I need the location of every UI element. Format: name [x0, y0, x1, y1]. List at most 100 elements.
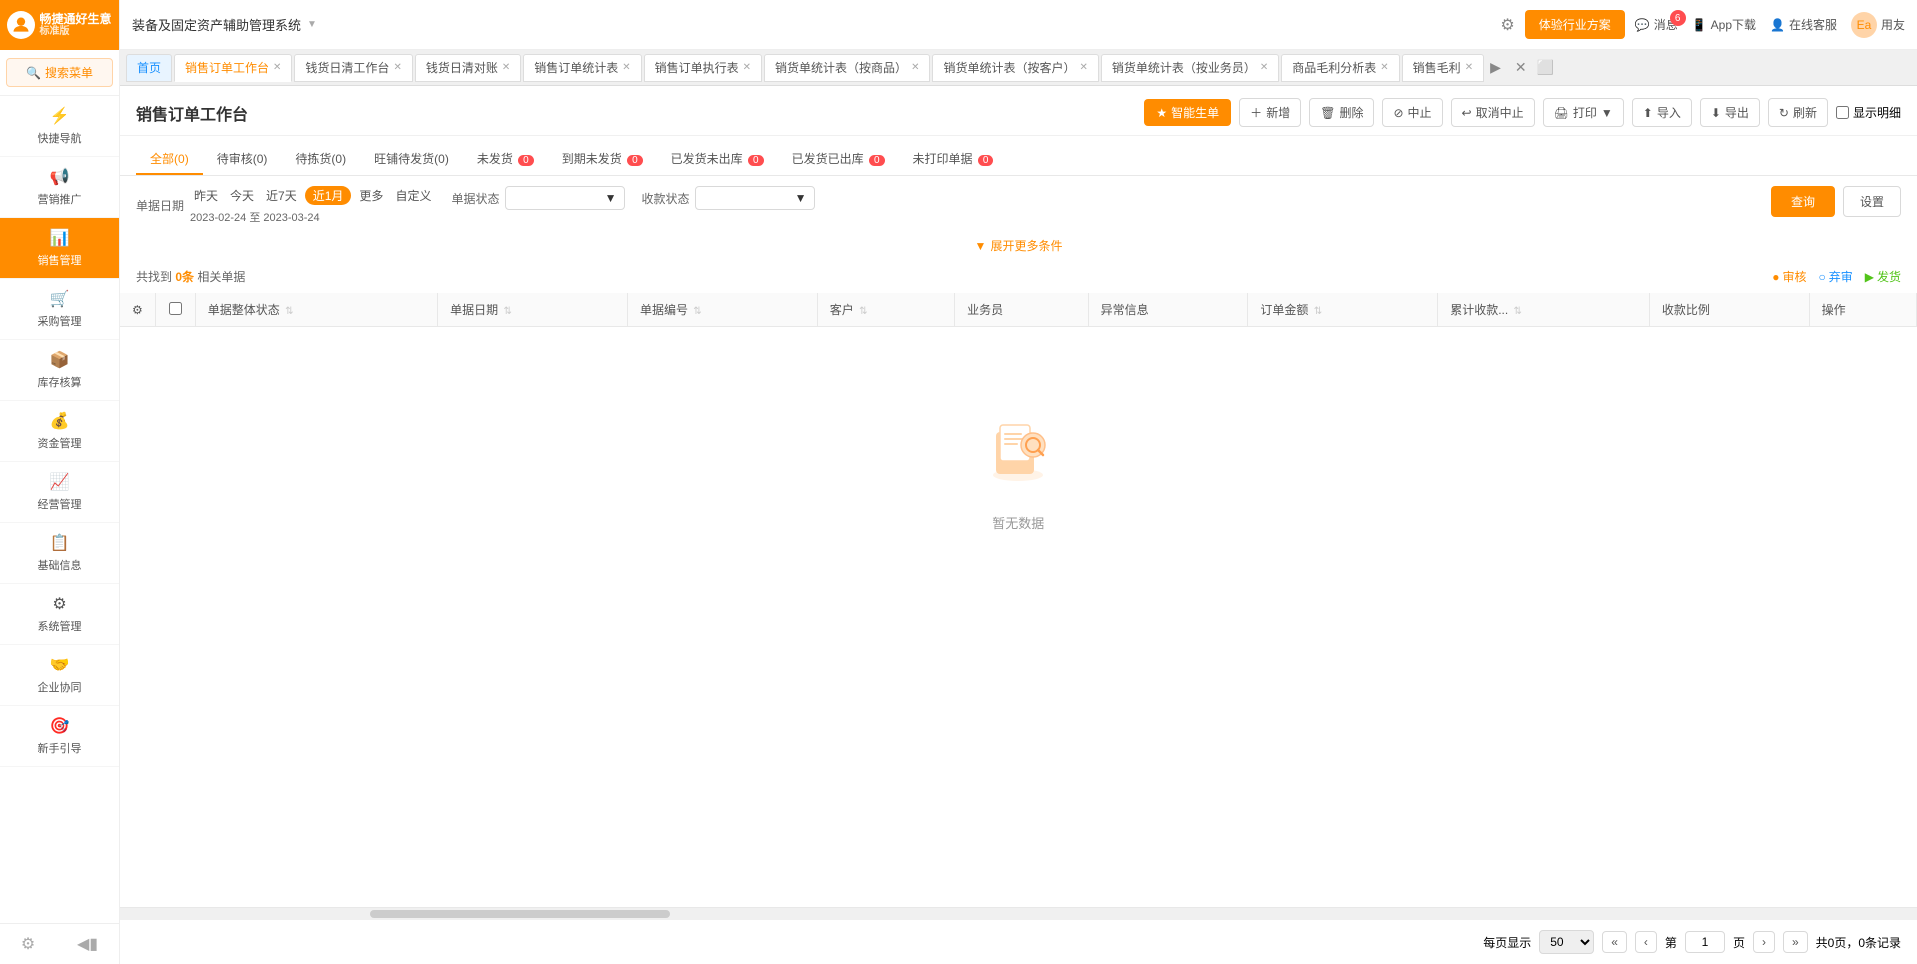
export-button[interactable]: ⬇ 导出	[1700, 98, 1760, 127]
show-detail-checkbox[interactable]	[1836, 106, 1849, 119]
message-button[interactable]: 💬 消息 6	[1635, 16, 1678, 33]
prev-page-button[interactable]: ‹	[1635, 931, 1657, 953]
tab-sales-by-salesman[interactable]: 销货单统计表（按业务员） ✕	[1101, 54, 1279, 82]
sub-tab-pending-audit[interactable]: 待审核(0)	[203, 144, 282, 175]
sub-tab-all[interactable]: 全部(0)	[136, 144, 203, 175]
tab-close-icon[interactable]: ✕	[273, 62, 281, 73]
sub-tab-pending-pick[interactable]: 待拣货(0)	[281, 144, 360, 175]
sort-icon[interactable]: ⇅	[285, 306, 293, 317]
sub-tab-wangpu-pending[interactable]: 旺铺待发货(0)	[360, 144, 463, 175]
page-number-input[interactable]	[1685, 931, 1725, 953]
sidebar-item-quick-nav[interactable]: ⚡ 快捷导航	[0, 96, 119, 157]
tab-sales-by-product[interactable]: 销货单统计表（按商品） ✕	[764, 54, 930, 82]
tab-close-icon[interactable]: ✕	[622, 62, 630, 73]
tab-label: 销售毛利	[1413, 59, 1461, 76]
refresh-button[interactable]: ↻ 刷新	[1768, 98, 1828, 127]
import-button[interactable]: ⬆ 导入	[1632, 98, 1692, 127]
tab-close-icon[interactable]: ✕	[502, 62, 510, 73]
settings-gear-icon[interactable]: ⚙	[21, 934, 35, 954]
print-button[interactable]: 🖨 打印 ▼	[1543, 98, 1624, 127]
stop-button[interactable]: ⊘ 中止	[1382, 98, 1442, 127]
solution-button[interactable]: 体验行业方案	[1525, 10, 1625, 39]
sidebar-item-basic[interactable]: 📋 基础信息	[0, 523, 119, 584]
sidebar-item-inventory[interactable]: 📦 库存核算	[0, 340, 119, 401]
sidebar-item-guide[interactable]: 🎯 新手引导	[0, 706, 119, 767]
tab-close-icon[interactable]: ✕	[743, 62, 751, 73]
tab-more-button[interactable]: ▶	[1486, 57, 1505, 78]
sub-tab-shipped-not-out[interactable]: 已发货未出库 0	[657, 144, 778, 175]
tab-close-icon[interactable]: ✕	[1260, 62, 1268, 73]
user-menu-button[interactable]: Ea 用友	[1851, 12, 1905, 38]
date-more[interactable]: 更多	[355, 186, 387, 205]
unaudit-link[interactable]: ○ 弃审	[1818, 268, 1852, 285]
payment-select[interactable]: ▼	[695, 186, 815, 210]
date-1month[interactable]: 近1月	[305, 186, 352, 205]
sort-icon[interactable]: ⇅	[693, 306, 701, 317]
tab-daily-reconcile[interactable]: 钱货日清对账 ✕	[415, 54, 521, 82]
page-size-select[interactable]: 50 10 20 100	[1539, 930, 1594, 954]
tab-daily-clear[interactable]: 钱货日清工作台 ✕	[294, 54, 412, 82]
delete-button[interactable]: 🗑 删除	[1309, 98, 1374, 127]
tab-close-icon[interactable]: ✕	[1465, 62, 1473, 73]
tab-close-icon[interactable]: ✕	[911, 62, 919, 73]
app-download-button[interactable]: 📱 App下载	[1692, 16, 1756, 33]
date-custom[interactable]: 自定义	[391, 186, 435, 205]
sub-tab-shipped-out[interactable]: 已发货已出库 0	[778, 144, 899, 175]
next-page-button[interactable]: ›	[1753, 931, 1775, 953]
online-service-button[interactable]: 👤 在线客服	[1770, 16, 1837, 33]
tab-close-icon[interactable]: ✕	[1380, 62, 1388, 73]
sidebar-item-operations[interactable]: 📈 经营管理	[0, 462, 119, 523]
sidebar-item-marketing[interactable]: 📢 营销推广	[0, 157, 119, 218]
sort-icon[interactable]: ⇅	[859, 306, 867, 317]
tab-close-icon[interactable]: ✕	[393, 62, 401, 73]
set-button[interactable]: 设置	[1843, 186, 1901, 217]
tab-sales-stats[interactable]: 销售订单统计表 ✕	[523, 54, 641, 82]
date-today[interactable]: 今天	[226, 186, 258, 205]
sidebar-item-sales[interactable]: 📊 销售管理	[0, 218, 119, 279]
audit-link[interactable]: ● 审核	[1772, 268, 1806, 285]
status-select[interactable]: ▼	[505, 186, 625, 210]
tab-close-all-button[interactable]: ✕	[1511, 57, 1531, 78]
sidebar-item-finance[interactable]: 💰 资金管理	[0, 401, 119, 462]
last-page-button[interactable]: »	[1783, 931, 1808, 953]
empty-state: 暂无数据	[120, 327, 1917, 612]
scrollbar-thumb[interactable]	[370, 910, 670, 918]
show-detail-label[interactable]: 显示明细	[1836, 104, 1901, 121]
sub-tab-not-printed[interactable]: 未打印单据 0	[899, 144, 1008, 175]
select-all-checkbox[interactable]	[169, 302, 182, 315]
tab-home[interactable]: 首页	[126, 54, 172, 82]
add-button[interactable]: ＋ 新增	[1239, 98, 1301, 127]
collapse-icon[interactable]: ◀▮	[77, 934, 98, 954]
date-yesterday[interactable]: 昨天	[190, 186, 222, 205]
col-customer: 客户 ⇅	[817, 293, 954, 327]
first-page-button[interactable]: «	[1602, 931, 1627, 953]
tab-maximize-button[interactable]: ⬜	[1533, 57, 1558, 78]
app-logo: 畅捷通好生意 标准版	[0, 0, 119, 50]
horizontal-scrollbar[interactable]	[120, 907, 1917, 919]
sort-icon[interactable]: ⇅	[1514, 306, 1522, 317]
ai-generate-button[interactable]: ★ 智能生单	[1144, 99, 1231, 126]
col-checkbox[interactable]	[155, 293, 195, 327]
sort-icon[interactable]: ⇅	[1314, 306, 1322, 317]
sidebar-item-purchase[interactable]: 🛒 采购管理	[0, 279, 119, 340]
search-menu-button[interactable]: 🔍 搜索菜单	[6, 58, 113, 87]
tab-gross-margin[interactable]: 商品毛利分析表 ✕	[1281, 54, 1399, 82]
tab-sales-order-workbench[interactable]: 销售订单工作台 ✕	[174, 54, 292, 82]
expand-conditions-button[interactable]: ▼ 展开更多条件	[975, 237, 1063, 254]
cancel-stop-button[interactable]: ↩ 取消中止	[1451, 98, 1535, 127]
tab-sales-by-customer[interactable]: 销货单统计表（按客户） ✕	[932, 54, 1098, 82]
tab-label: 销货单统计表（按商品）	[775, 59, 907, 76]
tab-close-icon[interactable]: ✕	[1079, 62, 1087, 73]
sort-icon[interactable]: ⇅	[503, 306, 511, 317]
query-button[interactable]: 查询	[1771, 186, 1835, 217]
sidebar-item-system[interactable]: ⚙ 系统管理	[0, 584, 119, 645]
date-7days[interactable]: 近7天	[262, 186, 301, 205]
sub-tab-not-shipped[interactable]: 未发货 0	[463, 144, 548, 175]
sidebar-item-enterprise[interactable]: 🤝 企业协同	[0, 645, 119, 706]
col-settings[interactable]: ⚙	[120, 293, 155, 327]
tab-sales-gross[interactable]: 销售毛利 ✕	[1402, 54, 1484, 82]
ship-link[interactable]: ▶ 发货	[1865, 268, 1901, 285]
tab-sales-exec[interactable]: 销售订单执行表 ✕	[644, 54, 762, 82]
sub-tab-overdue-not-shipped[interactable]: 到期未发货 0	[548, 144, 657, 175]
topbar-gear-icon[interactable]: ⚙	[1500, 15, 1514, 35]
